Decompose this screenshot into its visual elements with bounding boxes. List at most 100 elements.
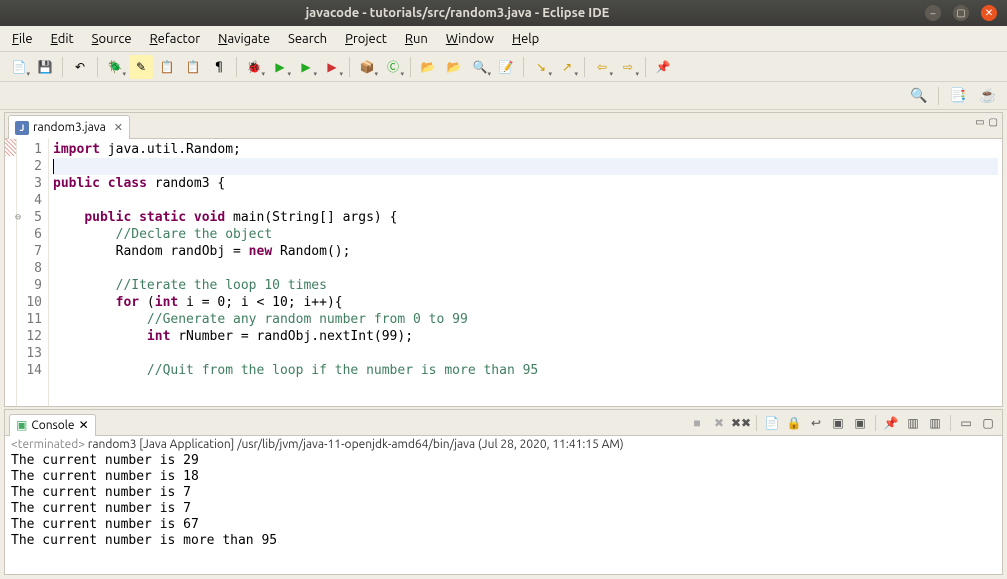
menu-file[interactable]: File — [4, 29, 41, 49]
annotation-button[interactable]: 📝 — [494, 55, 518, 79]
run-last-button[interactable]: ▶ — [294, 55, 318, 79]
pin-console-button[interactable]: 📌 — [881, 413, 901, 433]
minimize-button[interactable]: – — [925, 5, 941, 21]
window-controls: – ▢ ✕ — [915, 5, 1007, 21]
menu-refactor[interactable]: Refactor — [142, 29, 209, 49]
prev-annotation-button[interactable]: ↗ — [555, 55, 579, 79]
display-selected-button[interactable]: ▥ — [903, 413, 923, 433]
next-annotation-button[interactable]: ↘ — [529, 55, 553, 79]
back-button[interactable]: ⇦ — [590, 55, 614, 79]
scroll-lock-button[interactable]: 🔒 — [784, 413, 804, 433]
pin-button[interactable]: 📌 — [651, 55, 675, 79]
save-button[interactable]: 💾 — [33, 55, 57, 79]
new-button[interactable]: 📄 — [7, 55, 31, 79]
menu-source[interactable]: Source — [84, 29, 140, 49]
maximize-button[interactable]: ▢ — [953, 5, 969, 21]
console-tab[interactable]: ▣ Console ✕ — [9, 414, 96, 436]
run-button[interactable]: ▶ — [268, 55, 292, 79]
minimize-view-button[interactable]: ▭ — [975, 116, 984, 128]
external-tools-button[interactable]: ▶ — [320, 55, 344, 79]
open-type-button[interactable]: 📂 — [416, 55, 440, 79]
open-console-button[interactable]: ▥ — [925, 413, 945, 433]
debug-button[interactable]: 🐞 — [242, 55, 266, 79]
code-line[interactable]: //Declare the object — [53, 226, 998, 243]
word-wrap-button[interactable]: ↩ — [806, 413, 826, 433]
terminate-button[interactable]: ■ — [687, 413, 707, 433]
close-button[interactable]: ✕ — [981, 5, 997, 21]
toggle-mark-button[interactable]: ¶ — [207, 55, 231, 79]
show-console-button[interactable]: ▣ — [828, 413, 848, 433]
console-toolbar: ■ ✖ ✖✖ 📄 🔒 ↩ ▣ ▣ 📌 ▥ ▥ ▭ ▢ — [687, 413, 998, 433]
toolbar-separator — [62, 57, 63, 77]
maximize-view-button[interactable]: ▢ — [989, 116, 998, 128]
code-line[interactable]: //Iterate the loop 10 times — [53, 277, 998, 294]
separator — [950, 415, 951, 431]
terminated-label: <terminated> — [11, 438, 85, 451]
java-perspective-button[interactable]: ☕ — [977, 85, 999, 107]
quick-access-bar: 🔍 📑 ☕ — [0, 82, 1007, 110]
console-tab-label: Console — [31, 419, 74, 432]
search-button[interactable]: 🔍 — [468, 55, 492, 79]
coverage-button[interactable]: ✎ — [129, 55, 153, 79]
window-title: javacode - tutorials/src/random3.java - … — [0, 6, 915, 20]
new-package-button[interactable]: 📦 — [355, 55, 379, 79]
code-line[interactable]: //Generate any random number from 0 to 9… — [53, 311, 998, 328]
separator — [938, 87, 939, 105]
clear-console-button[interactable]: 📄 — [762, 413, 782, 433]
close-icon[interactable]: ✕ — [79, 418, 89, 432]
minimize-view-button[interactable]: ▭ — [956, 413, 976, 433]
build-button[interactable]: 📋 — [155, 55, 179, 79]
code-line[interactable] — [53, 345, 998, 362]
console-launch-info: <terminated> random3 [Java Application] … — [5, 436, 1002, 453]
forward-button[interactable]: ⇨ — [616, 55, 640, 79]
build-all-button[interactable]: 📋 — [181, 55, 205, 79]
marker-bar — [5, 139, 17, 406]
code-line[interactable]: import java.util.Random; — [53, 141, 998, 158]
menu-edit[interactable]: Edit — [43, 29, 82, 49]
search-icon[interactable]: 🔍 — [908, 85, 930, 107]
toolbar-separator — [410, 57, 411, 77]
maximize-view-button[interactable]: ▢ — [978, 413, 998, 433]
close-icon[interactable]: ✕ — [114, 121, 123, 134]
console-icon: ▣ — [16, 418, 27, 432]
code-line[interactable] — [53, 192, 998, 209]
menu-window[interactable]: Window — [438, 29, 502, 49]
toolbar-separator — [236, 57, 237, 77]
code-line[interactable]: //Quit from the loop if the number is mo… — [53, 362, 998, 379]
code-line[interactable]: public static void main(String[] args) { — [53, 209, 998, 226]
remove-all-button[interactable]: ✖✖ — [731, 413, 751, 433]
new-class-button[interactable]: Ⓒ — [381, 55, 405, 79]
editor-tab-random3[interactable]: J random3.java ✕ — [8, 115, 130, 139]
code-line[interactable]: for (int i = 0; i < 10; i++){ — [53, 294, 998, 311]
debug-runconfig-button[interactable]: 🪲 — [103, 55, 127, 79]
toolbar-separator — [645, 57, 646, 77]
separator — [756, 415, 757, 431]
undo-button[interactable]: ↶ — [68, 55, 92, 79]
menu-project[interactable]: Project — [337, 29, 395, 49]
open-perspective-button[interactable]: 📑 — [947, 85, 969, 107]
window-titlebar: javacode - tutorials/src/random3.java - … — [0, 0, 1007, 26]
menu-search[interactable]: Search — [280, 29, 335, 49]
code-line[interactable]: public class random3 { — [53, 175, 998, 192]
show-output-button[interactable]: ▣ — [850, 413, 870, 433]
toolbar-separator — [584, 57, 585, 77]
line-number-gutter: 1234567891011121314 — [17, 139, 49, 406]
code-editor[interactable]: 1234567891011121314 import java.util.Ran… — [5, 139, 1002, 406]
code-line[interactable]: int rNumber = randObj.nextInt(99); — [53, 328, 998, 345]
code-line[interactable]: Random randObj = new Random(); — [53, 243, 998, 260]
separator — [875, 415, 876, 431]
menu-navigate[interactable]: Navigate — [210, 29, 278, 49]
code-line[interactable] — [53, 260, 998, 277]
remove-launch-button[interactable]: ✖ — [709, 413, 729, 433]
editor-tab-bar: J random3.java ✕ ▭ ▢ — [5, 113, 1002, 139]
menu-run[interactable]: Run — [397, 29, 436, 49]
open-task-button[interactable]: 📂 — [442, 55, 466, 79]
menu-bar: FileEditSourceRefactorNavigateSearchProj… — [0, 26, 1007, 52]
java-file-icon: J — [15, 121, 29, 135]
menu-help[interactable]: Help — [504, 29, 547, 49]
console-output[interactable]: The current number is 29 The current num… — [5, 453, 1002, 574]
code-line[interactable] — [53, 158, 998, 175]
editor-pane-controls: ▭ ▢ — [975, 116, 998, 128]
code-content[interactable]: import java.util.Random; public class ran… — [49, 139, 1002, 406]
console-header: ▣ Console ✕ ■ ✖ ✖✖ 📄 🔒 ↩ ▣ ▣ 📌 ▥ ▥ ▭ ▢ — [5, 410, 1002, 436]
